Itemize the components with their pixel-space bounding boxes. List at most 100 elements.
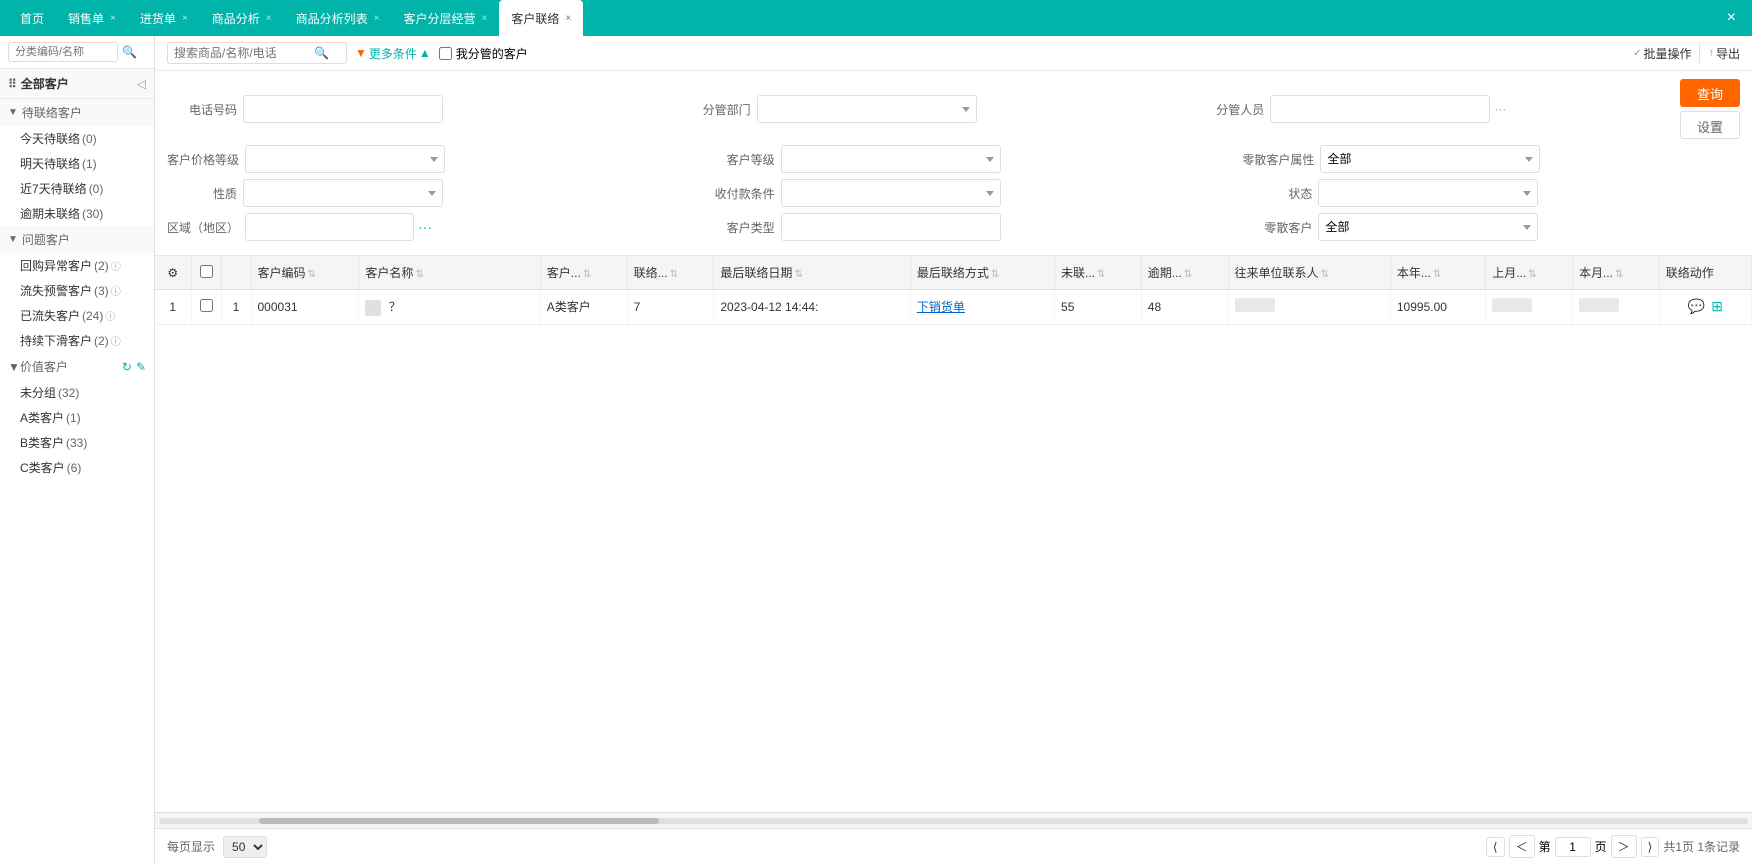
price-grade-select[interactable]: [245, 145, 445, 173]
page-total-label: 共1页 1条记录: [1663, 838, 1740, 855]
prev-page-button[interactable]: ＜: [1509, 835, 1535, 858]
settings-button[interactable]: 设置: [1680, 111, 1740, 139]
dept-select[interactable]: [757, 95, 977, 123]
tomorrow-contact-count: (1): [82, 157, 97, 171]
th-settings[interactable]: ⚙: [155, 256, 191, 290]
th-last-contact-date[interactable]: 最后联络日期⇅: [714, 256, 910, 290]
tab-analysis-list-label: 商品分析列表: [296, 10, 368, 27]
region-with-dots: ···: [245, 213, 432, 241]
horizontal-scrollbar[interactable]: [155, 812, 1752, 828]
query-button[interactable]: 查询: [1680, 79, 1740, 107]
nature-select[interactable]: [243, 179, 443, 207]
sidebar-collapse-button[interactable]: ◁: [137, 77, 146, 91]
th-no-contact[interactable]: 未联...⇅: [1055, 256, 1142, 290]
th-unit-contact[interactable]: 往来单位联系人⇅: [1228, 256, 1390, 290]
row-checkbox[interactable]: [200, 299, 213, 312]
query-buttons: 查询 设置: [1680, 79, 1740, 139]
nav-tab-analysis-list[interactable]: 商品分析列表 ×: [284, 0, 392, 36]
value-edit-icon[interactable]: ✎: [136, 360, 146, 374]
nav-tab-purchase[interactable]: 进货单 ×: [128, 0, 200, 36]
scroll-thumb[interactable]: [259, 818, 659, 824]
value-refresh-icon[interactable]: ↻: [122, 360, 132, 374]
col-this-month-sort-icon: ⇅: [1615, 269, 1623, 280]
th-overdue[interactable]: 逾期...⇅: [1141, 256, 1228, 290]
sidebar-search-area: 🔍: [0, 36, 154, 69]
th-last-contact-method[interactable]: 最后联络方式⇅: [910, 256, 1054, 290]
nature-field: 性质: [167, 179, 665, 207]
th-this-year[interactable]: 本年...⇅: [1390, 256, 1485, 290]
chat-action-icon[interactable]: 💬: [1688, 298, 1705, 315]
export-label: 导出: [1716, 45, 1740, 62]
page-number-input[interactable]: [1555, 837, 1591, 857]
close-analysis-list-icon[interactable]: ×: [374, 13, 380, 24]
region-dots-icon[interactable]: ···: [418, 219, 432, 235]
retail-attr-select[interactable]: 全部: [1320, 145, 1540, 173]
overdue-contact-label: 逾期未联络: [20, 205, 80, 222]
th-type[interactable]: 客户...⇅: [540, 256, 627, 290]
problem-arrow-icon: ▼: [8, 234, 18, 245]
my-customers-filter[interactable]: 我分管的客户: [439, 45, 528, 62]
th-last-month[interactable]: 上月...⇅: [1486, 256, 1573, 290]
last-method-link[interactable]: 下销货单: [917, 300, 965, 314]
today-contact-count: (0): [82, 132, 97, 146]
filter-search-input[interactable]: [174, 46, 314, 60]
nav-home[interactable]: 首页: [8, 0, 56, 36]
close-purchase-icon[interactable]: ×: [182, 13, 188, 24]
sidebar: 🔍 ⠿ 全部客户 ◁ ▼ 待联络客户 今天待联络 (0) 明天待联络 (1) 近…: [0, 36, 155, 864]
staff-more-icon[interactable]: ···: [1494, 102, 1506, 116]
close-customer-tier-icon[interactable]: ×: [481, 13, 487, 24]
close-customer-contact-icon[interactable]: ×: [565, 13, 571, 24]
page-size-select[interactable]: 50: [223, 836, 267, 858]
sidebar-item-declining[interactable]: 持续下滑客户 (2) ⓘ: [0, 328, 154, 353]
select-all-checkbox[interactable]: [200, 265, 213, 278]
sidebar-item-tomorrow-contact[interactable]: 明天待联络 (1): [0, 151, 154, 176]
close-all-button[interactable]: ×: [1719, 9, 1744, 27]
batch-op-button[interactable]: ✓ 批量操作: [1633, 45, 1691, 62]
payment-select[interactable]: [781, 179, 1001, 207]
sidebar-item-churn-warning[interactable]: 流失预警客户 (3) ⓘ: [0, 278, 154, 303]
close-analysis-icon[interactable]: ×: [266, 13, 272, 24]
sidebar-item-unclassified[interactable]: 未分组 (32): [0, 380, 154, 405]
link-action-icon[interactable]: ⊞: [1711, 298, 1723, 315]
next-page-button[interactable]: ＞: [1611, 835, 1637, 858]
export-button[interactable]: ↑ 导出: [1708, 45, 1740, 62]
status-select[interactable]: [1318, 179, 1538, 207]
sidebar-item-today-contact[interactable]: 今天待联络 (0): [0, 126, 154, 151]
sidebar-item-7day-contact[interactable]: 近7天待联络 (0): [0, 176, 154, 201]
filter-search-icon[interactable]: 🔍: [314, 46, 329, 60]
td-overdue: 48: [1141, 290, 1228, 325]
col-contact-count-label: 联络...: [634, 266, 668, 280]
sidebar-item-class-b[interactable]: B类客户 (33): [0, 430, 154, 455]
last-page-button[interactable]: ⟩: [1641, 837, 1660, 857]
phone-input[interactable]: [243, 95, 443, 123]
region-input[interactable]: [245, 213, 414, 241]
sidebar-item-repurchase-anomaly[interactable]: 回购异常客户 (2) ⓘ: [0, 253, 154, 278]
customer-type-input[interactable]: [781, 213, 1001, 241]
filter-more-button[interactable]: ▼ 更多条件 ▲: [355, 45, 431, 62]
close-sales-icon[interactable]: ×: [110, 13, 116, 24]
sidebar-item-class-c[interactable]: C类客户 (6): [0, 455, 154, 480]
my-customers-label: 我分管的客户: [456, 45, 528, 62]
customer-grade-select[interactable]: [781, 145, 1001, 173]
retail-customer-select[interactable]: 全部: [1318, 213, 1538, 241]
unclassified-label: 未分组: [20, 384, 56, 401]
sidebar-item-churned[interactable]: 已流失客户 (24) ⓘ: [0, 303, 154, 328]
nav-tab-analysis[interactable]: 商品分析 ×: [200, 0, 284, 36]
sidebar-item-class-a[interactable]: A类客户 (1): [0, 405, 154, 430]
sidebar-item-overdue-contact[interactable]: 逾期未联络 (30): [0, 201, 154, 226]
th-this-month[interactable]: 本月...⇅: [1572, 256, 1659, 290]
th-name[interactable]: 客户名称⇅: [359, 256, 540, 290]
first-page-button[interactable]: ⟨: [1486, 837, 1505, 857]
sidebar-search-icon[interactable]: 🔍: [122, 45, 137, 59]
nav-tab-customer-tier[interactable]: 客户分层经营 ×: [391, 0, 499, 36]
table-area: ⚙ 客户编码⇅ 客户名称⇅ 客户...⇅ 联络...⇅ 最后联络日期⇅ 最后联络…: [155, 256, 1752, 812]
th-contact-count[interactable]: 联络...⇅: [627, 256, 714, 290]
sidebar-search-input[interactable]: [8, 42, 118, 62]
my-customers-checkbox[interactable]: [439, 47, 452, 60]
nav-tab-sales[interactable]: 销售单 ×: [56, 0, 128, 36]
th-code[interactable]: 客户编码⇅: [251, 256, 359, 290]
col-contact-count-sort-icon: ⇅: [670, 269, 678, 280]
td-last-method[interactable]: 下销货单: [910, 290, 1054, 325]
nav-tab-customer-contact[interactable]: 客户联络 ×: [499, 0, 583, 36]
staff-input[interactable]: [1270, 95, 1490, 123]
